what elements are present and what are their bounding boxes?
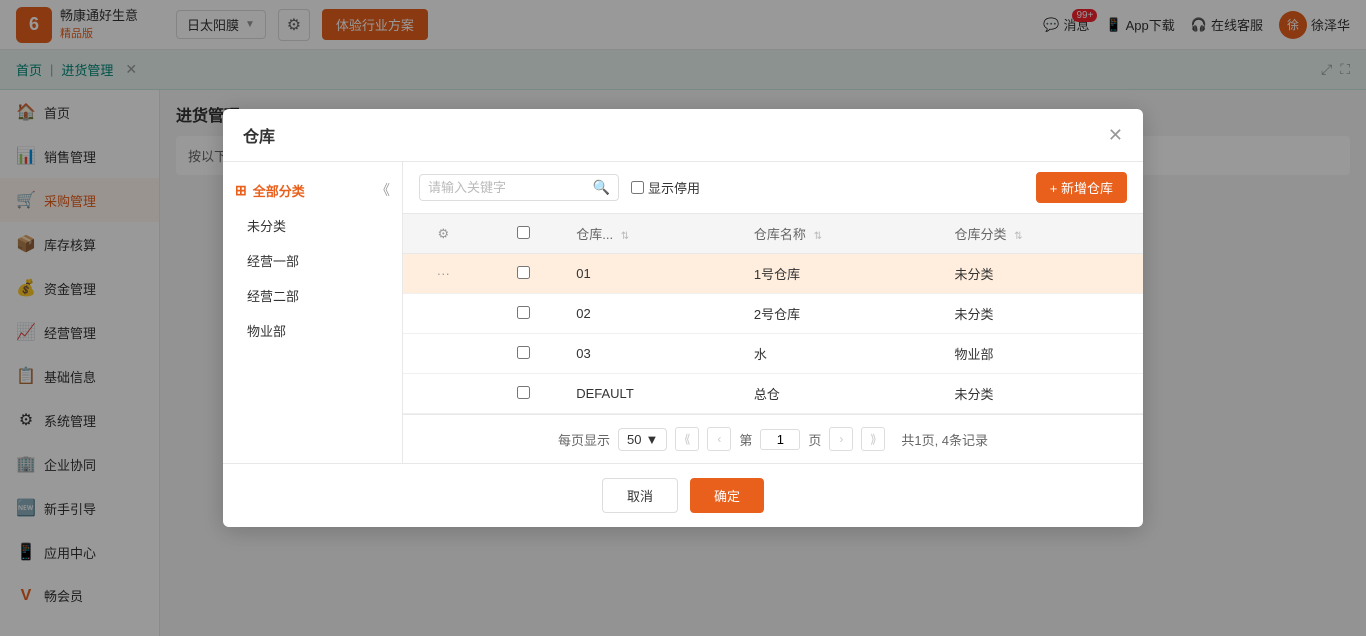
row-checkbox-3[interactable]: [517, 346, 530, 359]
category-sidebar: ⊞ 全部分类 《 未分类 经营一部 经营二部 物业部: [223, 162, 403, 463]
row-code-2: 02: [564, 294, 742, 334]
search-input[interactable]: [428, 180, 587, 195]
modal-footer: 取消 确定: [223, 463, 1143, 527]
row-checkbox-4[interactable]: [517, 386, 530, 399]
row-gear-4[interactable]: [403, 374, 484, 414]
row-name-2: 2号仓库: [742, 294, 943, 334]
modal-toolbar: 🔍 显示停用 + 新增仓库: [403, 162, 1143, 214]
category-item-property[interactable]: 物业部: [223, 313, 402, 348]
row-check-2[interactable]: [484, 294, 565, 334]
modal-close-button[interactable]: ✕: [1108, 125, 1123, 146]
per-page-arrow-icon: ▼: [645, 432, 658, 447]
per-page-select[interactable]: 50 ▼: [618, 428, 667, 451]
row-more-icon-1[interactable]: ···: [437, 266, 450, 281]
table-row[interactable]: 02 2号仓库 未分类: [403, 294, 1143, 334]
row-category-1: 未分类: [942, 254, 1143, 294]
col-code-label: 仓库...: [576, 227, 613, 242]
col-name-label: 仓库名称: [754, 227, 806, 242]
category-all-label: ⊞ 全部分类: [235, 181, 305, 200]
row-code-1: 01: [564, 254, 742, 294]
pagination: 每页显示 50 ▼ ⟪ ‹ 第 页 › ⟫ 共1页, 4条记录: [403, 414, 1143, 463]
per-page-value: 50: [627, 432, 641, 447]
modal-title: 仓库: [243, 123, 275, 147]
category-all-text: 全部分类: [253, 181, 305, 200]
grid-icon: ⊞: [235, 182, 247, 199]
last-page-button[interactable]: ⟫: [861, 427, 885, 451]
warehouse-table-wrap: ⚙ 仓库... ⇅ 仓库名称 ⇅: [403, 214, 1143, 414]
row-check-4[interactable]: [484, 374, 565, 414]
row-gear-3[interactable]: [403, 334, 484, 374]
warehouse-modal: 仓库 ✕ ⊞ 全部分类 《 未分类 经营一部 经营二部 物业部: [223, 109, 1143, 527]
row-gear-2[interactable]: [403, 294, 484, 334]
page-number-input[interactable]: [760, 429, 800, 450]
row-category-4: 未分类: [942, 374, 1143, 414]
row-code-4: DEFAULT: [564, 374, 742, 414]
select-all-checkbox[interactable]: [517, 226, 530, 239]
row-name-3: 水: [742, 334, 943, 374]
col-name-sort-icon[interactable]: ⇅: [814, 231, 822, 242]
modal-right-panel: 🔍 显示停用 + 新增仓库 ⚙: [403, 162, 1143, 463]
collapse-icon[interactable]: 《: [376, 180, 390, 200]
total-info: 共1页, 4条记录: [901, 430, 988, 449]
modal-header: 仓库 ✕: [223, 109, 1143, 162]
row-name-4: 总仓: [742, 374, 943, 414]
first-page-button[interactable]: ⟪: [675, 427, 699, 451]
show-disabled-checkbox[interactable]: [631, 181, 644, 194]
row-gear-1[interactable]: ···: [403, 254, 484, 294]
table-header: ⚙ 仓库... ⇅ 仓库名称 ⇅: [403, 214, 1143, 254]
col-name: 仓库名称 ⇅: [742, 214, 943, 254]
row-check-1[interactable]: [484, 254, 565, 294]
col-checkbox[interactable]: [484, 214, 565, 254]
row-category-2: 未分类: [942, 294, 1143, 334]
table-body: ··· 01 1号仓库 未分类 02 2号仓库: [403, 254, 1143, 414]
search-box[interactable]: 🔍: [419, 174, 619, 201]
col-category-label: 仓库分类: [954, 227, 1006, 242]
add-warehouse-button[interactable]: + 新增仓库: [1036, 172, 1127, 203]
col-code-sort-icon[interactable]: ⇅: [621, 231, 629, 242]
row-code-3: 03: [564, 334, 742, 374]
row-checkbox-1[interactable]: [517, 266, 530, 279]
search-icon[interactable]: 🔍: [593, 179, 610, 196]
per-page-label: 每页显示: [558, 430, 610, 449]
show-disabled-toggle[interactable]: 显示停用: [631, 178, 700, 197]
col-category: 仓库分类 ⇅: [942, 214, 1143, 254]
category-item-unclassified[interactable]: 未分类: [223, 208, 402, 243]
cancel-button[interactable]: 取消: [602, 478, 678, 513]
row-check-3[interactable]: [484, 334, 565, 374]
table-row[interactable]: ··· 01 1号仓库 未分类: [403, 254, 1143, 294]
show-disabled-label: 显示停用: [648, 178, 700, 197]
confirm-button[interactable]: 确定: [690, 478, 764, 513]
prev-page-button[interactable]: ‹: [707, 427, 731, 451]
row-checkbox-2[interactable]: [517, 306, 530, 319]
page-suffix-label: 页: [808, 430, 821, 449]
modal-overlay: 仓库 ✕ ⊞ 全部分类 《 未分类 经营一部 经营二部 物业部: [0, 0, 1366, 636]
warehouse-table: ⚙ 仓库... ⇅ 仓库名称 ⇅: [403, 214, 1143, 414]
next-page-button[interactable]: ›: [829, 427, 853, 451]
row-category-3: 物业部: [942, 334, 1143, 374]
modal-body: ⊞ 全部分类 《 未分类 经营一部 经营二部 物业部 🔍: [223, 162, 1143, 463]
category-item-dept2[interactable]: 经营二部: [223, 278, 402, 313]
category-item-dept1[interactable]: 经营一部: [223, 243, 402, 278]
category-header[interactable]: ⊞ 全部分类 《: [223, 172, 402, 208]
table-row[interactable]: 03 水 物业部: [403, 334, 1143, 374]
table-row[interactable]: DEFAULT 总仓 未分类: [403, 374, 1143, 414]
page-unit-label: 第: [739, 430, 752, 449]
col-code: 仓库... ⇅: [564, 214, 742, 254]
row-name-1: 1号仓库: [742, 254, 943, 294]
col-category-sort-icon[interactable]: ⇅: [1014, 231, 1022, 242]
col-gear[interactable]: ⚙: [403, 214, 484, 254]
